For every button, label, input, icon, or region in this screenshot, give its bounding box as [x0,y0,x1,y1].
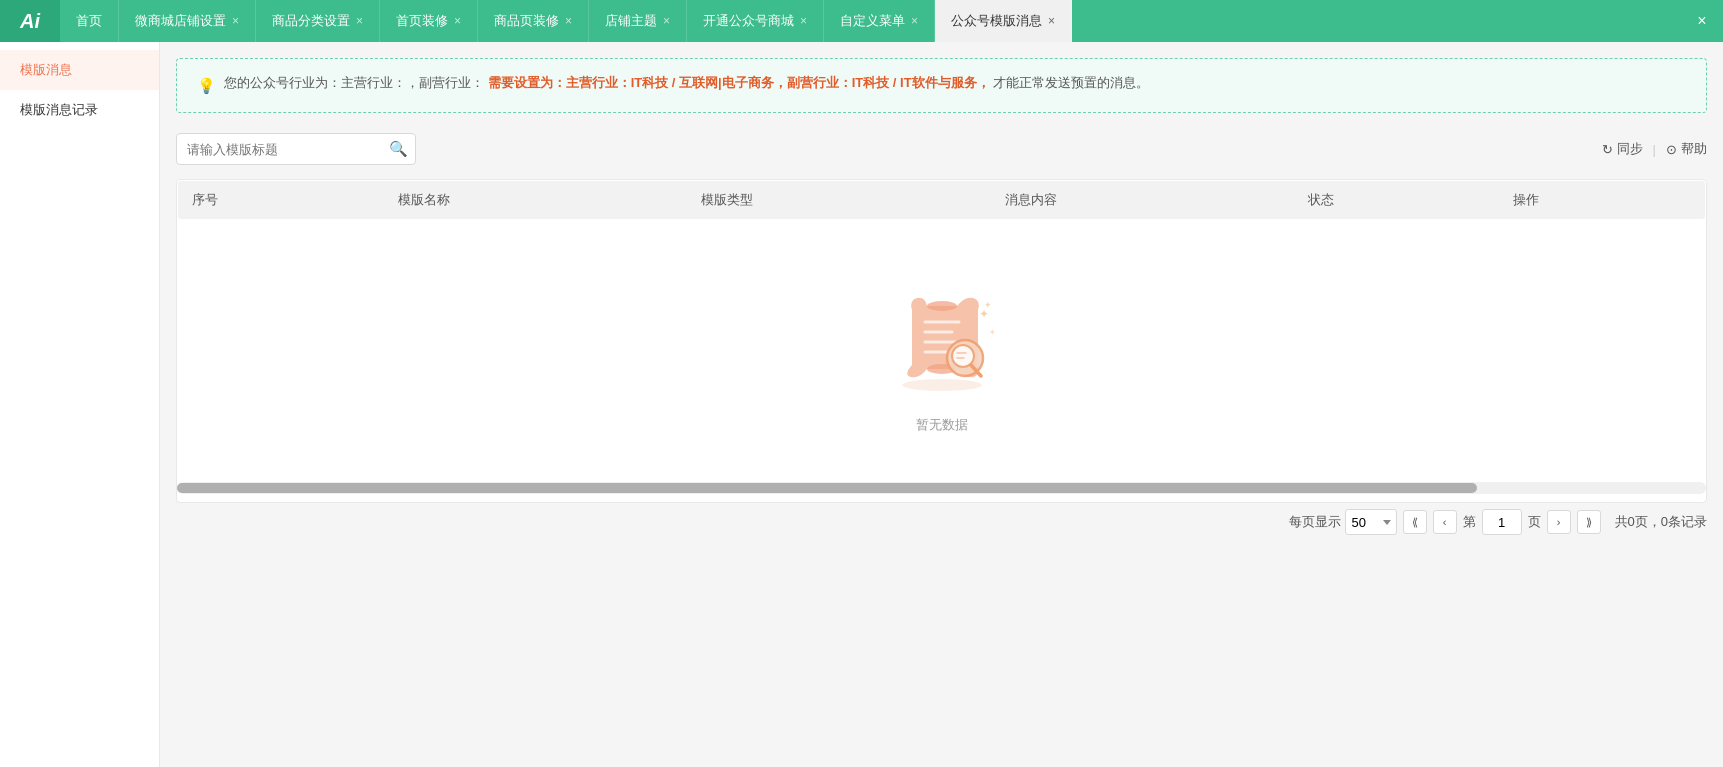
table-scrollbar[interactable] [177,482,1706,494]
bulb-icon: 💡 [197,74,216,98]
tab-open-shop[interactable]: 开通公众号商城× [687,0,824,42]
tab-product-category[interactable]: 商品分类设置× [256,0,380,42]
help-button[interactable]: ⊙ 帮助 [1666,140,1707,158]
col-header-name: 模版名称 [384,181,687,220]
logo: Ai [0,0,60,42]
page-label: 第 [1463,513,1476,531]
col-header-type: 模版类型 [687,181,990,220]
main-layout: 模版消息模版消息记录 💡 您的公众号行业为：主营行业：，副营行业： 需要设置为：… [0,42,1723,767]
tab-home[interactable]: 首页 [60,0,119,42]
total-info: 共0页，0条记录 [1615,513,1707,531]
table-container: 序号模版名称模版类型消息内容状态操作 [176,179,1707,503]
info-banner-text: 您的公众号行业为：主营行业：，副营行业： 需要设置为：主营行业：IT科技 / 互… [224,73,1149,94]
sidebar: 模版消息模版消息记录 [0,42,160,767]
top-nav: Ai 首页微商城店铺设置×商品分类设置×首页装修×商品页装修×店铺主题×开通公众… [0,0,1723,42]
tab-close-custom-menu[interactable]: × [911,14,918,28]
tab-close-open-shop[interactable]: × [800,14,807,28]
toolbar-right: ↻ 同步 | ⊙ 帮助 [1602,140,1707,158]
page-input[interactable] [1482,509,1522,535]
col-header-action: 操作 [1499,181,1706,220]
page-unit: 页 [1528,513,1541,531]
tab-shop-theme[interactable]: 店铺主题× [589,0,687,42]
first-page-button[interactable]: ⟪ [1403,510,1427,534]
empty-icon: ✦ ✦ ✦ [877,280,1007,400]
sync-icon: ↻ [1602,142,1613,157]
search-input-wrap: 🔍 [176,133,416,165]
page-size-select: 每页显示 102050100 [1289,509,1397,535]
tab-close-shop-theme[interactable]: × [663,14,670,28]
page-size-label: 每页显示 [1289,513,1341,531]
tab-close-template-msg[interactable]: × [1048,14,1055,28]
svg-text:✦: ✦ [989,328,996,337]
col-header-content: 消息内容 [991,181,1294,220]
tab-close-product-decor[interactable]: × [565,14,572,28]
sync-button[interactable]: ↻ 同步 [1602,140,1643,158]
svg-point-1 [927,301,957,311]
tab-homepage-decor[interactable]: 首页装修× [380,0,478,42]
help-icon: ⊙ [1666,142,1677,157]
page-size-dropdown[interactable]: 102050100 [1345,509,1397,535]
sidebar-item-template-message[interactable]: 模版消息 [0,50,159,90]
col-header-status: 状态 [1294,181,1499,220]
tab-product-decor[interactable]: 商品页装修× [478,0,589,42]
sidebar-item-template-record[interactable]: 模版消息记录 [0,90,159,130]
next-page-button[interactable]: › [1547,510,1571,534]
table-scrollbar-thumb[interactable] [177,483,1477,493]
data-table: 序号模版名称模版类型消息内容状态操作 [177,180,1706,220]
tab-bar: 首页微商城店铺设置×商品分类设置×首页装修×商品页装修×店铺主题×开通公众号商城… [60,0,1681,42]
empty-state: ✦ ✦ ✦ 暂无数据 [177,220,1706,474]
info-banner: 💡 您的公众号行业为：主营行业：，副营行业： 需要设置为：主营行业：IT科技 /… [176,58,1707,113]
tab-custom-menu[interactable]: 自定义菜单× [824,0,935,42]
tab-close-product-category[interactable]: × [356,14,363,28]
search-button[interactable]: 🔍 [389,140,408,158]
search-input[interactable] [176,133,416,165]
prev-page-button[interactable]: ‹ [1433,510,1457,534]
toolbar-divider: | [1653,142,1656,157]
col-header-seq: 序号 [178,181,385,220]
tab-template-msg[interactable]: 公众号模版消息× [935,0,1072,42]
tab-wechat-shop[interactable]: 微商城店铺设置× [119,0,256,42]
search-bar: 🔍 ↻ 同步 | ⊙ 帮助 [176,133,1707,165]
empty-text: 暂无数据 [916,416,968,434]
svg-text:✦: ✦ [984,300,992,310]
global-close-button[interactable]: × [1681,0,1723,42]
tab-close-wechat-shop[interactable]: × [232,14,239,28]
last-page-button[interactable]: ⟫ [1577,510,1601,534]
svg-point-0 [902,379,982,391]
pagination: 每页显示 102050100 ⟪ ‹ 第 页 › ⟫ 共0页，0条记录 [176,503,1707,541]
tab-close-homepage-decor[interactable]: × [454,14,461,28]
content-area: 💡 您的公众号行业为：主营行业：，副营行业： 需要设置为：主营行业：IT科技 /… [160,42,1723,767]
